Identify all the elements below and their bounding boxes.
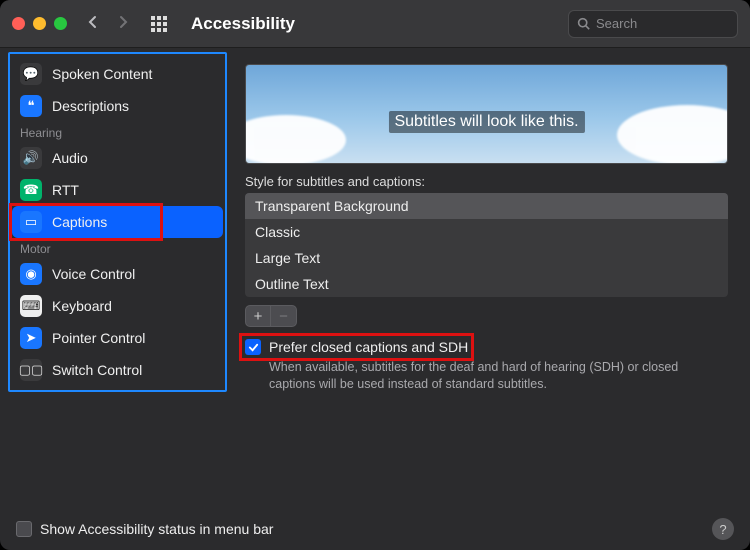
sidebar-item-label: Spoken Content (52, 66, 152, 82)
subtitle-preview: Subtitles will look like this. (245, 64, 728, 164)
search-icon (577, 17, 590, 30)
voice-control-icon: ◉ (20, 263, 42, 285)
rtt-icon: ☎ (20, 179, 42, 201)
prefer-sdh-checkbox[interactable] (245, 339, 261, 355)
speech-bubble-icon: 💬 (20, 63, 42, 85)
style-add-remove: + − (245, 305, 728, 327)
prefer-sdh-checkbox-row[interactable]: Prefer closed captions and SDH (245, 339, 468, 355)
search-placeholder: Search (596, 16, 637, 31)
add-style-button[interactable]: + (245, 305, 271, 327)
subtitle-sample-text: Subtitles will look like this. (388, 111, 584, 133)
footer: Show Accessibility status in menu bar ? (16, 518, 734, 540)
help-button[interactable]: ? (712, 518, 734, 540)
sidebar-item-descriptions[interactable]: ❝ Descriptions (12, 90, 223, 122)
style-list: Transparent Background Classic Large Tex… (245, 193, 728, 297)
switch-control-icon: ▢▢ (20, 359, 42, 381)
sidebar-item-label: Audio (52, 150, 88, 166)
accessibility-prefs-window: Accessibility Search 💬 Spoken Content ❝ … (0, 0, 750, 550)
sidebar-item-audio[interactable]: 🔊 Audio (12, 142, 223, 174)
chevron-left-icon (88, 15, 98, 29)
sidebar-item-spoken-content[interactable]: 💬 Spoken Content (12, 58, 223, 90)
speaker-icon: 🔊 (20, 147, 42, 169)
show-status-checkbox[interactable] (16, 521, 32, 537)
prefer-sdh-label: Prefer closed captions and SDH (269, 339, 468, 355)
window-title: Accessibility (191, 14, 295, 34)
prefer-sdh-description: When available, subtitles for the deaf a… (269, 359, 699, 393)
chevron-right-icon (118, 15, 128, 29)
section-motor: Motor (12, 240, 223, 258)
sidebar-item-captions[interactable]: ▭ Captions (12, 206, 223, 238)
sidebar-item-pointer-control[interactable]: ➤ Pointer Control (12, 322, 223, 354)
sidebar-item-label: Keyboard (52, 298, 112, 314)
section-hearing: Hearing (12, 124, 223, 142)
check-icon (248, 342, 259, 353)
window-controls (12, 17, 67, 30)
zoom-window-button[interactable] (54, 17, 67, 30)
show-all-button[interactable] (151, 16, 167, 32)
sidebar: 💬 Spoken Content ❝ Descriptions Hearing … (0, 48, 235, 550)
remove-style-button[interactable]: − (271, 305, 297, 327)
sidebar-item-label: Voice Control (52, 266, 135, 282)
style-option-outline[interactable]: Outline Text (245, 271, 728, 297)
sidebar-item-switch-control[interactable]: ▢▢ Switch Control (12, 354, 223, 386)
show-status-label: Show Accessibility status in menu bar (40, 521, 273, 537)
sidebar-item-voice-control[interactable]: ◉ Voice Control (12, 258, 223, 290)
keyboard-icon: ⌨ (20, 295, 42, 317)
pointer-icon: ➤ (20, 327, 42, 349)
close-window-button[interactable] (12, 17, 25, 30)
sidebar-item-keyboard[interactable]: ⌨ Keyboard (12, 290, 223, 322)
captions-icon: ▭ (20, 211, 42, 233)
sidebar-item-label: Captions (52, 214, 107, 230)
style-option-transparent[interactable]: Transparent Background (245, 193, 728, 219)
sidebar-item-label: Descriptions (52, 98, 129, 114)
style-heading: Style for subtitles and captions: (245, 174, 728, 189)
search-field[interactable]: Search (568, 10, 738, 38)
minimize-window-button[interactable] (33, 17, 46, 30)
captions-pane: Subtitles will look like this. Style for… (235, 48, 750, 550)
back-button[interactable] (83, 13, 103, 34)
sidebar-item-rtt[interactable]: ☎ RTT (12, 174, 223, 206)
descriptions-icon: ❝ (20, 95, 42, 117)
forward-button[interactable] (113, 13, 133, 34)
style-option-large[interactable]: Large Text (245, 245, 728, 271)
style-option-classic[interactable]: Classic (245, 219, 728, 245)
sidebar-item-label: Pointer Control (52, 330, 145, 346)
titlebar: Accessibility Search (0, 0, 750, 48)
sidebar-item-label: Switch Control (52, 362, 142, 378)
sidebar-item-label: RTT (52, 182, 79, 198)
